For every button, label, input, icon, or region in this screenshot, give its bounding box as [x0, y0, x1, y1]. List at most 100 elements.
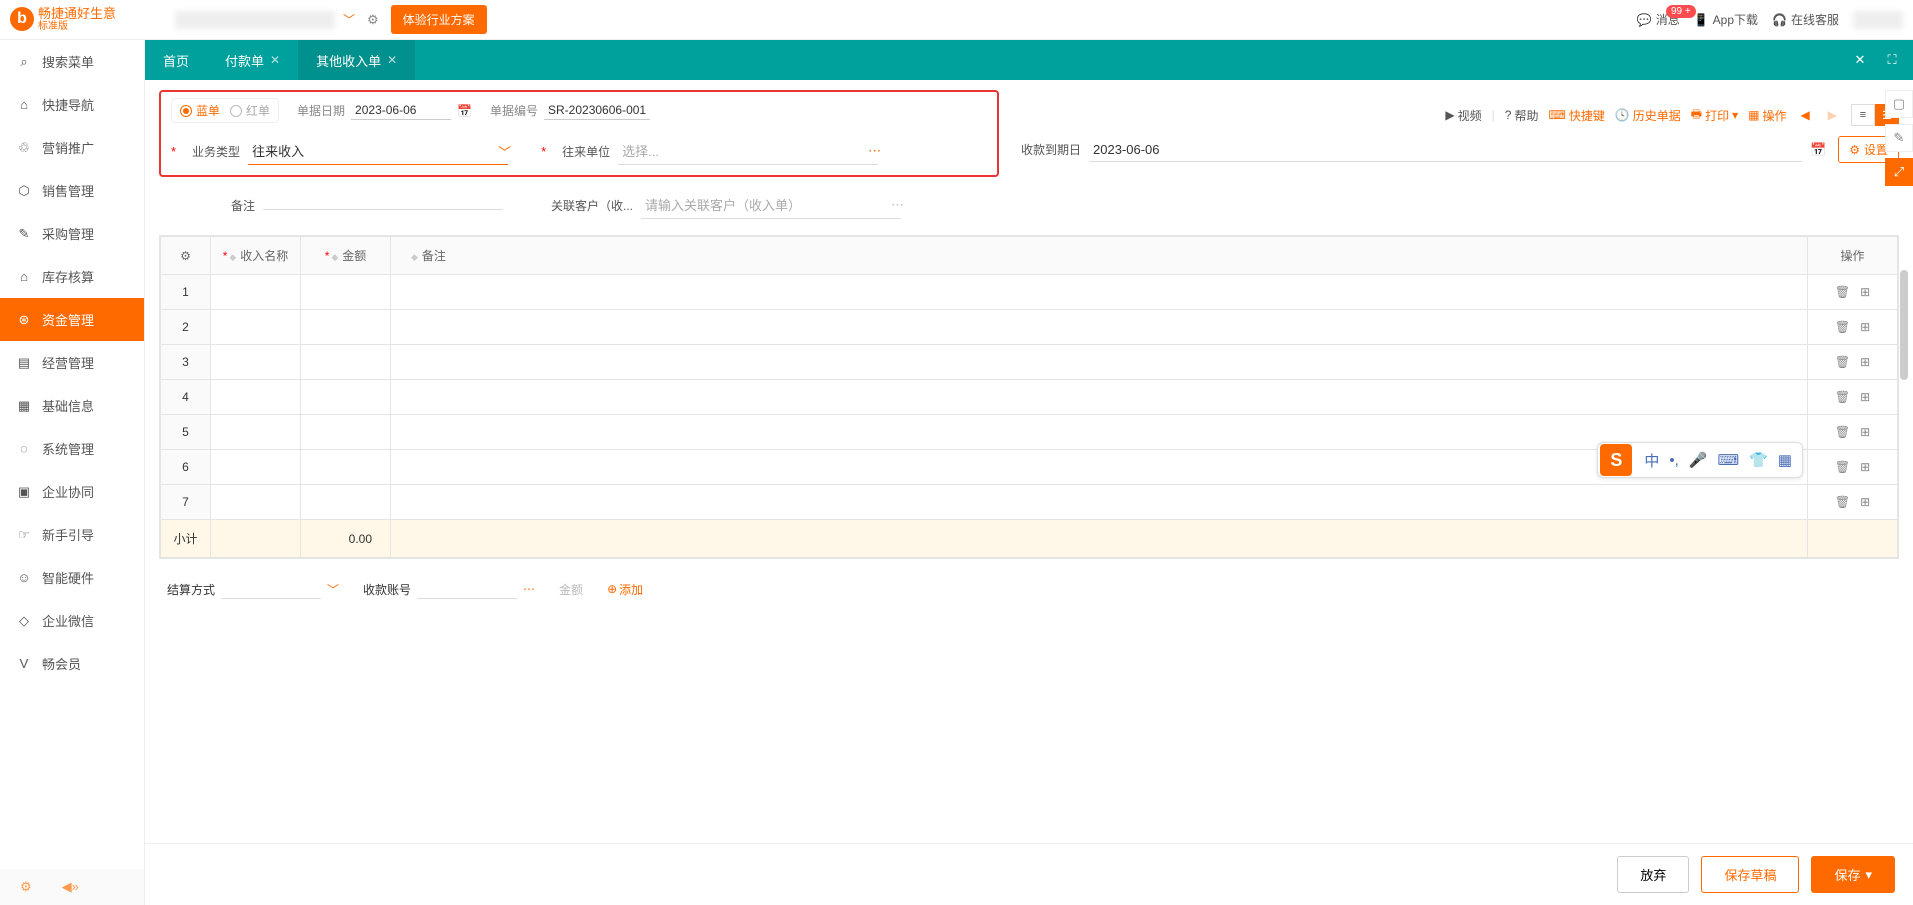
- sidebar-item-search-menu[interactable]: ⌕搜索菜单: [0, 40, 144, 83]
- cell-remark[interactable]: [391, 415, 1808, 450]
- table-row[interactable]: 4🗑⊞: [161, 380, 1898, 415]
- col-amount[interactable]: ◆金额: [301, 237, 391, 275]
- save-draft-button[interactable]: 保存草稿: [1701, 856, 1799, 893]
- sidebar-item-operations[interactable]: ▤经营管理: [0, 341, 144, 384]
- delete-row-icon[interactable]: 🗑: [1835, 460, 1850, 474]
- close-icon[interactable]: ✕: [387, 53, 397, 67]
- right-bar-expand[interactable]: ⤢: [1885, 158, 1913, 186]
- cell-income-name[interactable]: [211, 380, 301, 415]
- add-row-icon[interactable]: ⊞: [1860, 285, 1870, 299]
- sidebar-item-funds[interactable]: ⊛资金管理: [0, 298, 144, 341]
- table-row[interactable]: 7🗑⊞: [161, 485, 1898, 520]
- cell-income-name[interactable]: [211, 275, 301, 310]
- cell-income-name[interactable]: [211, 450, 301, 485]
- cell-remark[interactable]: [391, 310, 1808, 345]
- delete-row-icon[interactable]: 🗑: [1835, 320, 1850, 334]
- prev-button[interactable]: ◀: [1797, 108, 1814, 122]
- delete-row-icon[interactable]: 🗑: [1835, 285, 1850, 299]
- cell-income-name[interactable]: [211, 310, 301, 345]
- app-download-link[interactable]: 📱 App下载: [1694, 11, 1758, 28]
- add-row-icon[interactable]: ⊞: [1860, 390, 1870, 404]
- receive-account-select[interactable]: [417, 579, 517, 599]
- remark-input[interactable]: [263, 201, 503, 210]
- cell-amount[interactable]: [301, 485, 391, 520]
- user-avatar[interactable]: [1853, 11, 1903, 29]
- save-button[interactable]: 保存▾: [1811, 856, 1895, 893]
- cell-remark[interactable]: [391, 450, 1808, 485]
- settlement-method-select[interactable]: [221, 579, 321, 599]
- cell-income-name[interactable]: [211, 345, 301, 380]
- help-button[interactable]: ?帮助: [1505, 107, 1539, 124]
- experience-button[interactable]: 体验行业方案: [391, 5, 487, 34]
- close-icon[interactable]: ✕: [270, 53, 280, 67]
- cell-amount[interactable]: [301, 345, 391, 380]
- add-settlement-button[interactable]: ⊕ 添加: [607, 581, 643, 598]
- delete-row-icon[interactable]: 🗑: [1835, 390, 1850, 404]
- tab-home[interactable]: 首页: [145, 40, 207, 80]
- sidebar-item-purchase[interactable]: ✎采购管理: [0, 212, 144, 255]
- sidebar-item-hardware[interactable]: ☺智能硬件: [0, 556, 144, 599]
- print-button[interactable]: 🖶打印▾: [1691, 105, 1738, 126]
- right-bar-item-1[interactable]: ▢: [1885, 90, 1913, 118]
- cell-remark[interactable]: [391, 380, 1808, 415]
- calendar-icon[interactable]: 📅: [457, 104, 472, 118]
- tab-payment[interactable]: 付款单✕: [207, 40, 298, 80]
- gear-icon[interactable]: ⚙: [367, 12, 379, 28]
- col-config[interactable]: ⚙: [161, 237, 211, 275]
- related-customer-input[interactable]: 请输入关联客户（收入单）: [641, 191, 901, 219]
- cell-remark[interactable]: [391, 275, 1808, 310]
- radio-red[interactable]: 红单: [230, 102, 270, 119]
- collapse-icon[interactable]: ◀»: [62, 879, 79, 895]
- ime-skin-icon[interactable]: 👕: [1749, 451, 1768, 469]
- due-date-input[interactable]: 2023-06-06: [1089, 138, 1802, 162]
- ime-punct-icon[interactable]: •,: [1669, 452, 1678, 469]
- sidebar-item-basic-info[interactable]: ▦基础信息: [0, 384, 144, 427]
- video-button[interactable]: ▶视频: [1445, 107, 1481, 124]
- add-row-icon[interactable]: ⊞: [1860, 425, 1870, 439]
- sidebar-item-collab[interactable]: ▣企业协同: [0, 470, 144, 513]
- ime-keyboard-icon[interactable]: ⌨: [1717, 451, 1739, 469]
- shortcut-button[interactable]: ⌨快捷键: [1548, 107, 1604, 124]
- add-row-icon[interactable]: ⊞: [1860, 495, 1870, 509]
- sidebar-item-system[interactable]: ◌系统管理: [0, 427, 144, 470]
- tab-close-button[interactable]: ✕: [1847, 47, 1873, 73]
- operate-button[interactable]: ▦操作: [1748, 107, 1786, 124]
- online-service-link[interactable]: 🎧 在线客服: [1772, 11, 1839, 28]
- cell-amount[interactable]: [301, 275, 391, 310]
- sidebar-item-guide[interactable]: ☞新手引导: [0, 513, 144, 556]
- chevron-down-icon[interactable]: ﹀: [327, 581, 339, 598]
- sidebar-item-marketing[interactable]: ♲营销推广: [0, 126, 144, 169]
- cell-amount[interactable]: [301, 450, 391, 485]
- col-remark[interactable]: ◆备注: [391, 237, 1808, 275]
- party-select[interactable]: 选择...: [618, 137, 878, 165]
- cell-income-name[interactable]: [211, 415, 301, 450]
- table-row[interactable]: 2🗑⊞: [161, 310, 1898, 345]
- scrollbar-thumb[interactable]: [1900, 270, 1908, 380]
- org-selector[interactable]: ﹀: [175, 11, 355, 29]
- vertical-scrollbar[interactable]: [1900, 270, 1910, 745]
- delete-row-icon[interactable]: 🗑: [1835, 495, 1850, 509]
- table-row[interactable]: 1🗑⊞: [161, 275, 1898, 310]
- ime-menu-icon[interactable]: ▦: [1778, 451, 1792, 469]
- history-button[interactable]: 🕓历史单据: [1615, 107, 1681, 124]
- gear-icon[interactable]: ⚙: [20, 879, 32, 895]
- biz-type-select[interactable]: 往来收入: [248, 137, 508, 165]
- sidebar-item-wechat[interactable]: ◇企业微信: [0, 599, 144, 642]
- cell-amount[interactable]: [301, 310, 391, 345]
- ime-lang[interactable]: 中: [1644, 450, 1659, 471]
- sidebar-item-member[interactable]: V畅会员: [0, 642, 144, 685]
- calendar-icon[interactable]: 📅: [1810, 142, 1826, 158]
- radio-blue[interactable]: 蓝单: [180, 102, 220, 119]
- more-icon[interactable]: ⋯: [523, 582, 535, 596]
- messages-link[interactable]: 💬 消息 99 +: [1637, 11, 1680, 28]
- sidebar-item-quick-nav[interactable]: ⌂快捷导航: [0, 83, 144, 126]
- add-row-icon[interactable]: ⊞: [1860, 460, 1870, 474]
- next-button[interactable]: ▶: [1824, 108, 1841, 122]
- tab-fullscreen-button[interactable]: ⛶: [1879, 47, 1905, 73]
- col-income-name[interactable]: ◆收入名称: [211, 237, 301, 275]
- delete-row-icon[interactable]: 🗑: [1835, 355, 1850, 369]
- tab-other-income[interactable]: 其他收入单✕: [298, 40, 415, 80]
- doc-date-input[interactable]: 2023-06-06: [351, 101, 451, 120]
- right-bar-item-2[interactable]: ✎: [1885, 124, 1913, 152]
- discard-button[interactable]: 放弃: [1617, 856, 1689, 893]
